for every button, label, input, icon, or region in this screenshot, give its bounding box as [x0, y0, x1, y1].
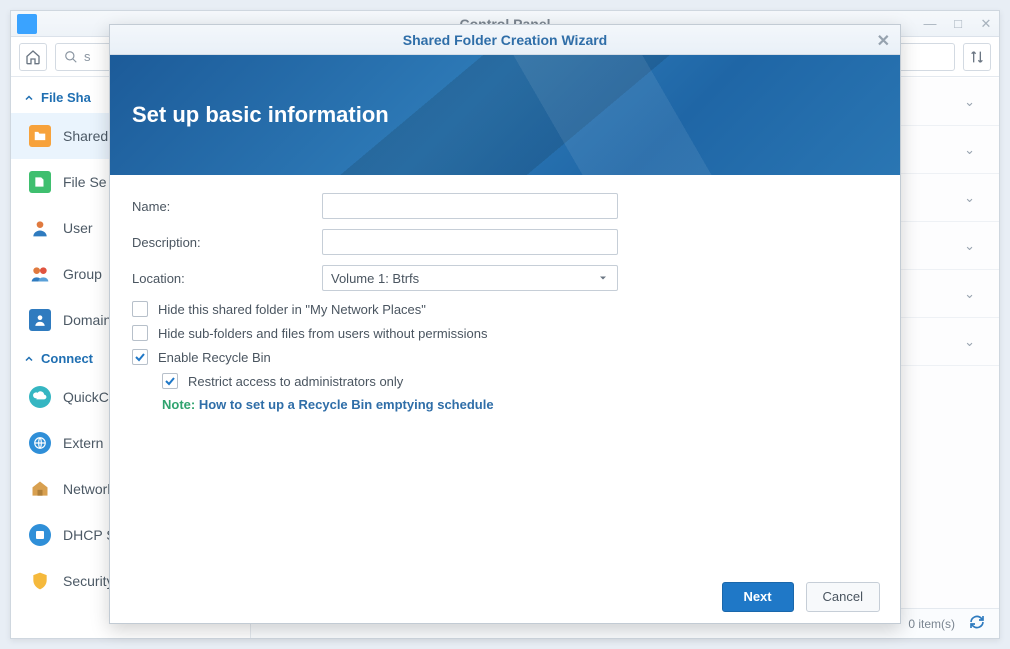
location-select[interactable]: Volume 1: Btrfs [322, 265, 618, 291]
hide-subfolders-label: Hide sub-folders and files from users wi… [158, 326, 487, 341]
wizard-form: Name: Description: Location: Volume 1: B… [110, 175, 900, 569]
note-link[interactable]: How to set up a Recycle Bin emptying sch… [199, 397, 494, 412]
dropdown-icon [597, 272, 609, 284]
wizard-heading: Set up basic information [132, 102, 389, 128]
next-button[interactable]: Next [722, 582, 794, 612]
wizard-actions: Next Cancel [110, 569, 900, 623]
restrict-admin-checkbox[interactable] [162, 373, 178, 389]
hide-network-checkbox[interactable] [132, 301, 148, 317]
close-button[interactable]: ✕ [877, 31, 890, 51]
shared-folder-wizard: Shared Folder Creation Wizard ✕ Set up b… [109, 24, 901, 624]
modal-overlay: Shared Folder Creation Wizard ✕ Set up b… [0, 0, 1010, 649]
note-label: Note: [162, 397, 195, 412]
wizard-hero: Set up basic information [110, 55, 900, 175]
location-label: Location: [132, 271, 322, 286]
hide-subfolders-checkbox[interactable] [132, 325, 148, 341]
restrict-admin-label: Restrict access to administrators only [188, 374, 403, 389]
name-label: Name: [132, 199, 322, 214]
name-input[interactable] [322, 193, 618, 219]
wizard-titlebar: Shared Folder Creation Wizard ✕ [110, 25, 900, 55]
enable-recycle-checkbox[interactable] [132, 349, 148, 365]
hide-network-label: Hide this shared folder in "My Network P… [158, 302, 426, 317]
location-value: Volume 1: Btrfs [331, 271, 419, 286]
enable-recycle-label: Enable Recycle Bin [158, 350, 271, 365]
description-input[interactable] [322, 229, 618, 255]
description-label: Description: [132, 235, 322, 250]
wizard-title: Shared Folder Creation Wizard [403, 32, 607, 48]
cancel-button[interactable]: Cancel [806, 582, 880, 612]
